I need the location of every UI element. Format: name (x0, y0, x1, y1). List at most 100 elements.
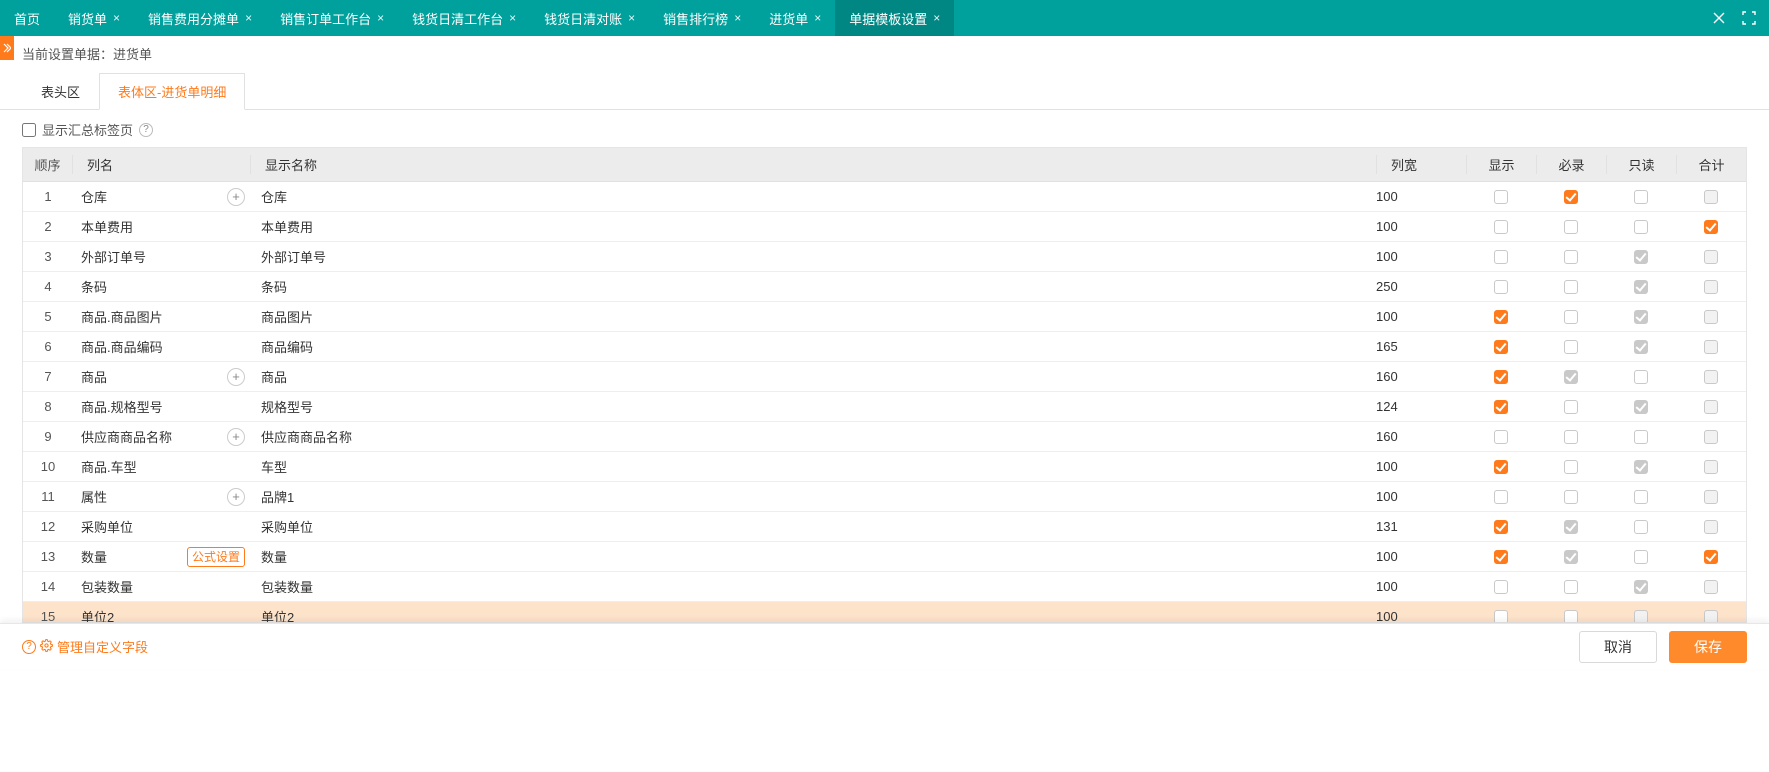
formula-button[interactable]: 公式设置 (187, 547, 245, 567)
checkbox-required[interactable] (1564, 190, 1578, 204)
row-width[interactable]: 165 (1376, 339, 1466, 354)
row-display-name[interactable]: 供应商商品名称 (251, 427, 1376, 446)
row-width[interactable]: 160 (1376, 429, 1466, 444)
plus-icon[interactable]: + (227, 488, 245, 506)
top-tab-0[interactable]: 首页 (0, 0, 54, 36)
row-width[interactable]: 100 (1376, 219, 1466, 234)
row-display-name[interactable]: 本单费用 (251, 217, 1376, 236)
row-width[interactable]: 100 (1376, 489, 1466, 504)
table-row[interactable]: 6商品.商品编码商品编码165 (23, 332, 1746, 362)
table-row[interactable]: 4条码条码250 (23, 272, 1746, 302)
checkbox-readonly[interactable] (1634, 220, 1648, 234)
row-width[interactable]: 100 (1376, 579, 1466, 594)
checkbox-readonly[interactable] (1634, 520, 1648, 534)
top-tab-5[interactable]: 钱货日清对账× (530, 0, 649, 36)
table-row[interactable]: 7商品+商品160 (23, 362, 1746, 392)
checkbox-required[interactable] (1564, 400, 1578, 414)
save-button[interactable]: 保存 (1669, 631, 1747, 663)
top-tab-6[interactable]: 销售排行榜× (649, 0, 755, 36)
checkbox-required[interactable] (1564, 280, 1578, 294)
row-display-name[interactable]: 商品编码 (251, 337, 1376, 356)
table-row[interactable]: 8商品.规格型号规格型号124 (23, 392, 1746, 422)
checkbox-readonly[interactable] (1634, 370, 1648, 384)
checkbox-required[interactable] (1564, 490, 1578, 504)
table-row[interactable]: 14包装数量包装数量100 (23, 572, 1746, 602)
row-display-name[interactable]: 条码 (251, 277, 1376, 296)
checkbox-show[interactable] (1494, 490, 1508, 504)
close-icon[interactable]: × (509, 11, 516, 25)
plus-icon[interactable]: + (227, 368, 245, 386)
checkbox-show[interactable] (1494, 550, 1508, 564)
checkbox-required[interactable] (1564, 430, 1578, 444)
top-tab-7[interactable]: 进货单× (755, 0, 835, 36)
summary-checkbox[interactable] (22, 123, 36, 137)
close-icon[interactable]: × (377, 11, 384, 25)
checkbox-show[interactable] (1494, 460, 1508, 474)
table-row[interactable]: 10商品.车型车型100 (23, 452, 1746, 482)
fullscreen-icon[interactable] (1741, 10, 1757, 26)
checkbox-sum[interactable] (1704, 550, 1718, 564)
collapse-toggle[interactable] (0, 36, 14, 60)
row-display-name[interactable]: 品牌1 (251, 487, 1376, 506)
row-display-name[interactable]: 数量 (251, 547, 1376, 566)
close-all-icon[interactable] (1711, 10, 1727, 26)
table-row[interactable]: 15单位2单位2100 (23, 602, 1746, 622)
cancel-button[interactable]: 取消 (1579, 631, 1657, 663)
checkbox-show[interactable] (1494, 190, 1508, 204)
checkbox-required[interactable] (1564, 220, 1578, 234)
row-display-name[interactable]: 商品图片 (251, 307, 1376, 326)
table-row[interactable]: 2本单费用本单费用100 (23, 212, 1746, 242)
checkbox-show[interactable] (1494, 250, 1508, 264)
row-width[interactable]: 250 (1376, 279, 1466, 294)
plus-icon[interactable]: + (227, 428, 245, 446)
row-display-name[interactable]: 包装数量 (251, 577, 1376, 596)
checkbox-required[interactable] (1564, 340, 1578, 354)
top-tab-2[interactable]: 销售费用分摊单× (134, 0, 266, 36)
checkbox-required[interactable] (1564, 580, 1578, 594)
checkbox-show[interactable] (1494, 220, 1508, 234)
sub-tab-0[interactable]: 表头区 (22, 73, 99, 110)
help-icon[interactable]: ? (139, 123, 153, 137)
manage-custom-fields-link[interactable]: 管理自定义字段 (57, 637, 148, 656)
checkbox-show[interactable] (1494, 610, 1508, 622)
row-width[interactable]: 100 (1376, 609, 1466, 622)
checkbox-required[interactable] (1564, 250, 1578, 264)
footer-help-icon[interactable]: ? (22, 640, 36, 654)
row-display-name[interactable]: 仓库 (251, 187, 1376, 206)
close-icon[interactable]: × (113, 11, 120, 25)
row-display-name[interactable]: 外部订单号 (251, 247, 1376, 266)
checkbox-show[interactable] (1494, 520, 1508, 534)
table-row[interactable]: 12采购单位采购单位131 (23, 512, 1746, 542)
checkbox-show[interactable] (1494, 430, 1508, 444)
table-row[interactable]: 1仓库+仓库100 (23, 182, 1746, 212)
checkbox-show[interactable] (1494, 310, 1508, 324)
close-icon[interactable]: × (933, 11, 940, 25)
row-width[interactable]: 100 (1376, 249, 1466, 264)
table-row[interactable]: 5商品.商品图片商品图片100 (23, 302, 1746, 332)
row-width[interactable]: 100 (1376, 189, 1466, 204)
top-tab-4[interactable]: 钱货日清工作台× (398, 0, 530, 36)
top-tab-1[interactable]: 销货单× (54, 0, 134, 36)
checkbox-required[interactable] (1564, 610, 1578, 622)
row-display-name[interactable]: 商品 (251, 367, 1376, 386)
top-tab-3[interactable]: 销售订单工作台× (266, 0, 398, 36)
top-tab-8[interactable]: 单据模板设置× (835, 0, 954, 36)
close-icon[interactable]: × (734, 11, 741, 25)
row-display-name[interactable]: 车型 (251, 457, 1376, 476)
row-display-name[interactable]: 采购单位 (251, 517, 1376, 536)
row-width[interactable]: 100 (1376, 459, 1466, 474)
plus-icon[interactable]: + (227, 188, 245, 206)
checkbox-show[interactable] (1494, 370, 1508, 384)
table-row[interactable]: 9供应商商品名称+供应商商品名称160 (23, 422, 1746, 452)
close-icon[interactable]: × (628, 11, 635, 25)
checkbox-show[interactable] (1494, 280, 1508, 294)
checkbox-readonly[interactable] (1634, 550, 1648, 564)
row-display-name[interactable]: 规格型号 (251, 397, 1376, 416)
checkbox-readonly[interactable] (1634, 490, 1648, 504)
sub-tab-1[interactable]: 表体区-进货单明细 (99, 73, 245, 110)
row-width[interactable]: 124 (1376, 399, 1466, 414)
close-icon[interactable]: × (245, 11, 252, 25)
checkbox-required[interactable] (1564, 460, 1578, 474)
close-icon[interactable]: × (814, 11, 821, 25)
checkbox-readonly[interactable] (1634, 430, 1648, 444)
